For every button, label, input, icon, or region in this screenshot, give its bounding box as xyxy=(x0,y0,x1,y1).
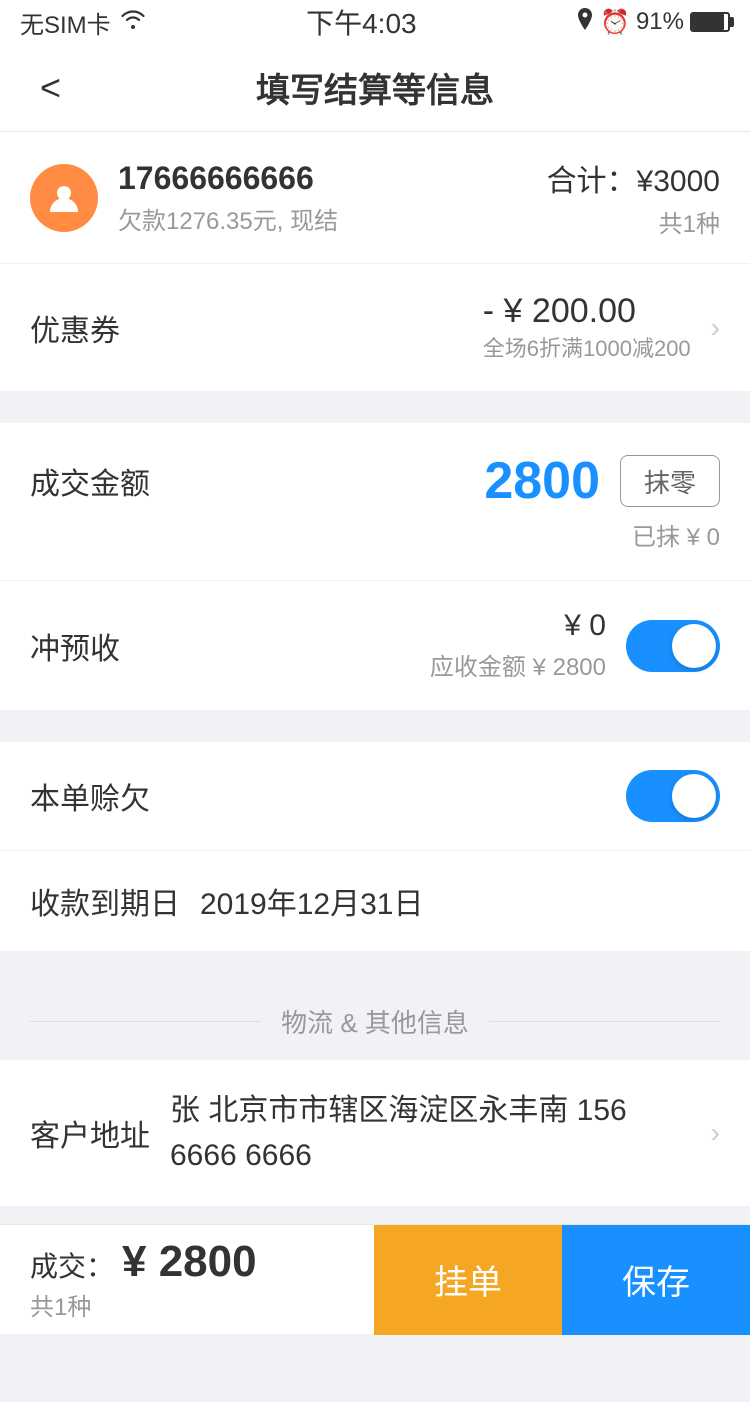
avatar xyxy=(30,164,98,232)
customer-phone: 17666666666 xyxy=(118,160,338,197)
prereceive-right: ¥ 0 应收金额 ¥ 2800 xyxy=(430,609,720,682)
location-icon xyxy=(576,8,594,37)
footer-count: 共1种 xyxy=(30,1287,344,1322)
divider-2 xyxy=(0,726,750,742)
logistics-divider: 物流 & 其他信息 xyxy=(0,983,750,1060)
footer: 成交： ¥ 2800 共1种 挂单 保存 xyxy=(0,1224,750,1334)
logistics-line-left xyxy=(30,1021,261,1022)
customer-subtext: 欠款1276.35元, 现结 xyxy=(118,201,338,236)
status-time: 下午4:03 xyxy=(306,2,417,42)
customer-total: 合计：¥3000 xyxy=(547,156,720,200)
footer-total-row: 成交： ¥ 2800 xyxy=(30,1237,344,1287)
footer-amount: ¥ 2800 xyxy=(122,1237,257,1287)
address-label: 客户地址 xyxy=(30,1111,150,1155)
prereceive-toggle[interactable] xyxy=(626,620,720,672)
logistics-text: 物流 & 其他信息 xyxy=(281,1003,469,1040)
battery-icon xyxy=(690,12,730,32)
footer-info: 成交： ¥ 2800 共1种 xyxy=(0,1237,374,1322)
alarm-icon: ⏰ xyxy=(600,8,630,37)
carrier-text: 无SIM卡 xyxy=(20,5,111,40)
main-content: 17666666666 欠款1276.35元, 现结 合计：¥3000 共1种 … xyxy=(0,132,750,1402)
address-value: 张 北京市市辖区海淀区永丰南 156 6666 6666 xyxy=(150,1088,701,1178)
save-button[interactable]: 保存 xyxy=(562,1225,750,1335)
toggle-knob-debt xyxy=(672,774,716,818)
amount-card: 成交金额 2800 抹零 已抹 ¥ 0 冲预收 ¥ 0 应收金额 ¥ 2800 xyxy=(0,423,750,710)
battery-percent: 91% xyxy=(636,8,684,36)
back-button[interactable]: < xyxy=(30,57,71,119)
customer-count: 共1种 xyxy=(547,204,720,239)
coupon-amount: - ¥ 200.00 xyxy=(483,292,691,331)
customer-right: 合计：¥3000 共1种 xyxy=(547,156,720,239)
coupon-chevron-icon: › xyxy=(711,312,720,344)
address-card: 客户地址 张 北京市市辖区海淀区永丰南 156 6666 6666 › xyxy=(0,1060,750,1206)
amount-section: 成交金额 2800 抹零 已抹 ¥ 0 xyxy=(0,423,750,580)
amount-subtext: 已抹 ¥ 0 xyxy=(30,517,720,552)
debt-card: 本单赊欠 收款到期日 2019年12月31日 xyxy=(0,742,750,951)
duedate-label: 收款到期日 xyxy=(30,879,180,923)
prereceive-amount: ¥ 0 应收金额 ¥ 2800 xyxy=(430,609,606,682)
divider-1 xyxy=(0,407,750,423)
amount-row: 成交金额 2800 抹零 xyxy=(30,451,720,511)
prereceive-section: 冲预收 ¥ 0 应收金额 ¥ 2800 xyxy=(0,580,750,710)
coupon-right: - ¥ 200.00 全场6折满1000减200 › xyxy=(483,292,720,363)
debt-label: 本单赊欠 xyxy=(30,774,150,818)
footer-total-label: 成交： xyxy=(30,1245,114,1285)
status-left: 无SIM卡 xyxy=(20,5,147,40)
page-title: 填写结算等信息 xyxy=(256,63,494,112)
amount-label: 成交金额 xyxy=(30,459,150,503)
page-header: < 填写结算等信息 xyxy=(0,44,750,132)
coupon-row[interactable]: 优惠券 - ¥ 200.00 全场6折满1000减200 › xyxy=(0,263,750,391)
status-right: ⏰ 91% xyxy=(576,8,730,37)
amount-number: 2800 xyxy=(484,451,600,511)
customer-card: 17666666666 欠款1276.35元, 现结 合计：¥3000 共1种 … xyxy=(0,132,750,391)
status-bar: 无SIM卡 下午4:03 ⏰ 91% xyxy=(0,0,750,44)
coupon-subtext: 全场6折满1000减200 xyxy=(483,331,691,363)
round-button[interactable]: 抹零 xyxy=(620,455,720,507)
duedate-value: 2019年12月31日 xyxy=(200,879,423,923)
wifi-icon xyxy=(119,8,147,36)
prereceive-num: ¥ 0 xyxy=(430,609,606,643)
debt-toggle[interactable] xyxy=(626,770,720,822)
debt-section: 本单赊欠 xyxy=(0,742,750,850)
coupon-label: 优惠券 xyxy=(30,306,120,350)
coupon-info: - ¥ 200.00 全场6折满1000减200 xyxy=(483,292,691,363)
prereceive-subtext: 应收金额 ¥ 2800 xyxy=(430,647,606,682)
pending-button[interactable]: 挂单 xyxy=(374,1225,562,1335)
address-section[interactable]: 客户地址 张 北京市市辖区海淀区永丰南 156 6666 6666 › xyxy=(0,1060,750,1206)
customer-info: 17666666666 欠款1276.35元, 现结 xyxy=(118,160,338,236)
prereceive-label: 冲预收 xyxy=(30,624,120,668)
prereceive-row: 冲预收 ¥ 0 应收金额 ¥ 2800 xyxy=(30,609,720,682)
duedate-section: 收款到期日 2019年12月31日 xyxy=(0,850,750,951)
customer-left: 17666666666 欠款1276.35元, 现结 xyxy=(30,160,338,236)
address-chevron-icon: › xyxy=(711,1117,720,1149)
duedate-row: 收款到期日 2019年12月31日 xyxy=(30,879,720,923)
toggle-knob-prereceive xyxy=(672,624,716,668)
customer-row: 17666666666 欠款1276.35元, 现结 合计：¥3000 共1种 xyxy=(0,132,750,263)
logistics-line-right xyxy=(489,1021,720,1022)
amount-right: 2800 抹零 xyxy=(484,451,720,511)
divider-3 xyxy=(0,967,750,983)
